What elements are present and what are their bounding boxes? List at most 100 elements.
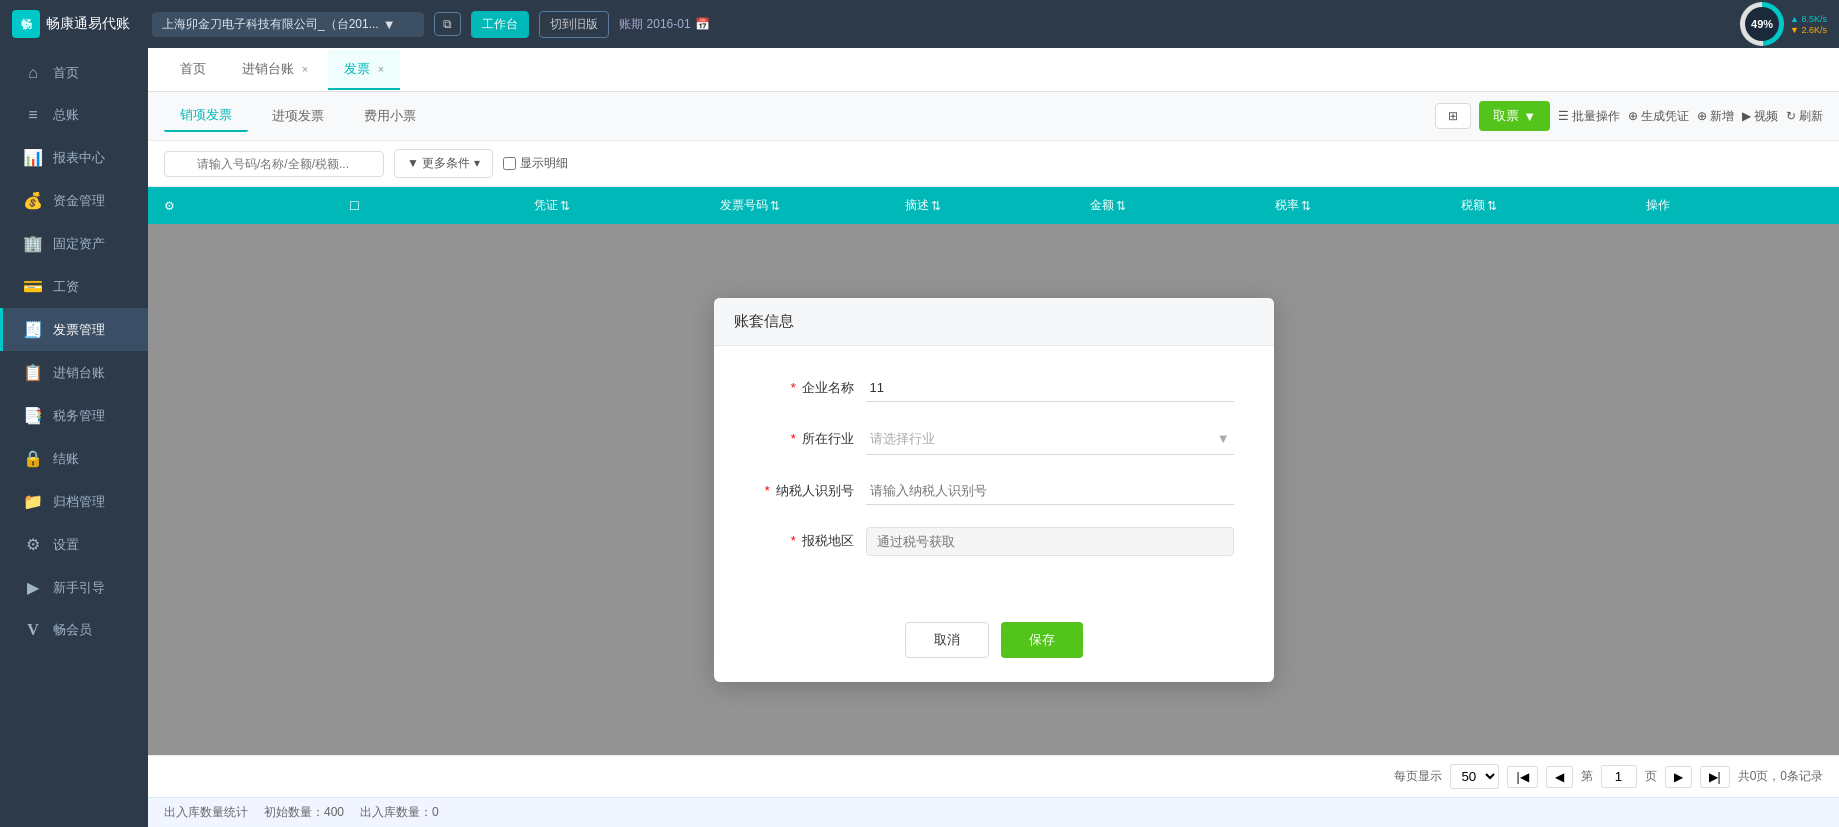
col-invoice-no[interactable]: 发票号码 ⇅ (720, 197, 897, 214)
sidebar-item-member[interactable]: V 畅会员 (0, 609, 148, 651)
sidebar-item-ledger[interactable]: ≡ 总账 (0, 94, 148, 136)
sidebar-label-asset: 固定资产 (53, 235, 105, 253)
col-check[interactable]: ☐ (349, 199, 526, 213)
sidebar-item-guide[interactable]: ▶ 新手引导 (0, 566, 148, 609)
add-icon: ⊕ (1697, 109, 1707, 123)
tab-purchase-close[interactable]: × (302, 63, 308, 75)
tax-region-label: * 报税地区 (754, 532, 854, 550)
refresh-btn[interactable]: ↻ 刷新 (1786, 108, 1823, 125)
tax-id-label: * 纳税人识别号 (754, 482, 854, 500)
batch-op-btn[interactable]: ☰ 批量操作 (1558, 108, 1620, 125)
account-info-dialog: 账套信息 * 企业名称 (714, 298, 1274, 682)
member-icon: V (23, 621, 43, 639)
period-info: 账期 2016-01 📅 (619, 16, 710, 33)
search-wrap: 🔍 (164, 151, 384, 177)
table-header: ⚙ ☐ 凭证 ⇅ 发票号码 ⇅ 摘述 ⇅ 金额 ⇅ 税率 ⇅ 税额 ⇅ 操作 (148, 187, 1839, 224)
grid-view-btn[interactable]: ⊞ (1435, 103, 1471, 129)
dialog-footer: 取消 保存 (714, 606, 1274, 682)
voucher-icon: ⊕ (1628, 109, 1638, 123)
first-page-btn[interactable]: |◀ (1507, 766, 1537, 788)
switch-old-btn[interactable]: 切到旧版 (539, 11, 609, 38)
sidebar-label-home: 首页 (53, 64, 79, 82)
tab-invoice[interactable]: 发票 × (328, 50, 400, 90)
gen-voucher-btn[interactable]: ⊕ 生成凭证 (1628, 108, 1689, 125)
page-label: 第 (1581, 768, 1593, 785)
copy-btn[interactable]: ⧉ (434, 12, 461, 36)
sidebar-item-fund[interactable]: 💰 资金管理 (0, 179, 148, 222)
sidebar-item-tax[interactable]: 📑 税务管理 (0, 394, 148, 437)
sidebar-label-close: 结账 (53, 450, 79, 468)
sidebar-item-purchase[interactable]: 📋 进销台账 (0, 351, 148, 394)
percent-value: 49% (1745, 7, 1779, 41)
page-unit: 页 (1645, 768, 1657, 785)
filter-icon: ▼ (407, 156, 419, 170)
sub-header: 销项发票 进项发票 费用小票 ⊞ 取票 ▼ ☰ 批量操作 (148, 92, 1839, 141)
col-tax-rate[interactable]: 税率 ⇅ (1275, 197, 1452, 214)
sub-tab-sales[interactable]: 销项发票 (164, 100, 248, 132)
per-page-select[interactable]: 50 (1450, 764, 1499, 789)
show-detail-checkbox[interactable] (503, 157, 516, 170)
sidebar-item-archive[interactable]: 📁 归档管理 (0, 480, 148, 523)
main-layout: ⌂ 首页 ≡ 总账 📊 报表中心 💰 资金管理 🏢 固定资产 💳 工资 🧾 发票… (0, 48, 1839, 827)
tax-id-input[interactable] (866, 477, 1234, 505)
tab-invoice-close[interactable]: × (378, 63, 384, 75)
col-voucher[interactable]: 凭证 ⇅ (534, 197, 711, 214)
period-label: 账期 (619, 16, 643, 33)
speed-stats: ▲ 8.5K/s ▼ 2.6K/s (1790, 14, 1827, 35)
cancel-button[interactable]: 取消 (905, 622, 989, 658)
sidebar-label-purchase: 进销台账 (53, 364, 105, 382)
company-name-label: 上海卯金刀电子科技有限公司_（台201... (162, 16, 379, 33)
more-filter-btn[interactable]: ▼ 更多条件 ▾ (394, 149, 493, 178)
period-value: 2016-01 (647, 17, 691, 31)
industry-select[interactable]: 请选择行业 ▼ (866, 424, 1234, 455)
ticket-dropdown-icon: ▼ (1523, 109, 1536, 124)
tab-bar: 首页 进销台账 × 发票 × (148, 48, 1839, 92)
add-new-btn[interactable]: ⊕ 新增 (1697, 108, 1734, 125)
company-selector[interactable]: 上海卯金刀电子科技有限公司_（台201... ▼ (152, 12, 424, 37)
last-page-btn[interactable]: ▶| (1700, 766, 1730, 788)
dialog-body: * 企业名称 * 所在行业 请选择行业 (714, 346, 1274, 606)
settings-icon: ⚙ (23, 535, 43, 554)
sidebar-label-report: 报表中心 (53, 149, 105, 167)
top-bar-right: 49% ▲ 8.5K/s ▼ 2.6K/s (1740, 2, 1827, 46)
ticket-btn[interactable]: 取票 ▼ (1479, 101, 1550, 131)
sidebar: ⌂ 首页 ≡ 总账 📊 报表中心 💰 资金管理 🏢 固定资产 💳 工资 🧾 发票… (0, 48, 148, 827)
video-icon: ▶ (1742, 109, 1751, 123)
tab-home[interactable]: 首页 (164, 50, 222, 90)
sidebar-item-invoice[interactable]: 🧾 发票管理 (0, 308, 148, 351)
sidebar-item-settings[interactable]: ⚙ 设置 (0, 523, 148, 566)
sub-tab-purchase[interactable]: 进项发票 (256, 101, 340, 131)
sidebar-label-invoice: 发票管理 (53, 321, 105, 339)
fund-icon: 💰 (23, 191, 43, 210)
sub-tab-expense[interactable]: 费用小票 (348, 101, 432, 131)
main-content: 账套信息 * 企业名称 (148, 224, 1839, 755)
sidebar-item-close[interactable]: 🔒 结账 (0, 437, 148, 480)
col-tax[interactable]: 税额 ⇅ (1461, 197, 1638, 214)
col-detail[interactable]: 摘述 ⇅ (905, 197, 1082, 214)
speed-down: ▼ 2.6K/s (1790, 25, 1827, 35)
sidebar-label-tax: 税务管理 (53, 407, 105, 425)
calendar-icon[interactable]: 📅 (695, 17, 710, 31)
form-row-company: * 企业名称 (754, 374, 1234, 402)
prev-page-btn[interactable]: ◀ (1546, 766, 1573, 788)
company-name-input[interactable] (866, 374, 1234, 402)
footer: 每页显示 50 |◀ ◀ 第 页 ▶ ▶| 共0页，0条记录 (148, 755, 1839, 797)
col-amount[interactable]: 金额 ⇅ (1090, 197, 1267, 214)
page-input[interactable] (1601, 765, 1637, 788)
sidebar-label-ledger: 总账 (53, 106, 79, 124)
sidebar-item-payroll[interactable]: 💳 工资 (0, 265, 148, 308)
sidebar-item-report[interactable]: 📊 报表中心 (0, 136, 148, 179)
video-btn[interactable]: ▶ 视频 (1742, 108, 1778, 125)
col-settings[interactable]: ⚙ (164, 199, 341, 213)
sidebar-item-asset[interactable]: 🏢 固定资产 (0, 222, 148, 265)
sidebar-label-fund: 资金管理 (53, 192, 105, 210)
next-page-btn[interactable]: ▶ (1665, 766, 1692, 788)
archive-icon: 📁 (23, 492, 43, 511)
sidebar-item-home[interactable]: ⌂ 首页 (0, 52, 148, 94)
save-button[interactable]: 保存 (1001, 622, 1083, 658)
industry-chevron-icon: ▼ (1217, 431, 1230, 446)
workbench-btn[interactable]: 工作台 (471, 11, 529, 38)
search-input[interactable] (164, 151, 384, 177)
company-name-label: * 企业名称 (754, 379, 854, 397)
tab-purchase[interactable]: 进销台账 × (226, 50, 324, 90)
